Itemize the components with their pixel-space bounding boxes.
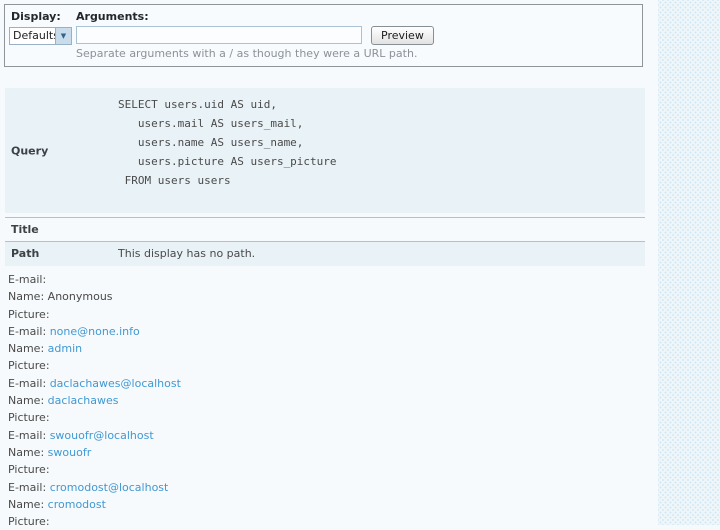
preview-field-row: Picture: [8,513,638,530]
preview-field-row: E-mail: cromodost@localhost [8,479,638,496]
preview-field-label: E-mail: [8,428,47,442]
display-select[interactable]: Defaults ▼ [9,27,72,45]
preview-field-row: E-mail: daclachawes@localhost [8,375,638,392]
query-row: Query SELECT users.uid AS uid, users.mai… [5,88,645,213]
preview-field-value[interactable]: daclachawes [48,394,119,407]
preview-form-box: Display: Defaults ▼ Arguments: Preview S… [4,4,643,67]
page-background-strip [658,0,720,525]
title-label: Title [11,223,39,236]
preview-field-label: Name: [8,445,45,459]
preview-field-row: Name: Anonymous [8,288,638,305]
preview-field-row: E-mail: [8,271,638,288]
preview-field-row: E-mail: none@none.info [8,323,638,340]
query-sql: SELECT users.uid AS uid, users.mail AS u… [118,98,337,187]
title-row: Title [5,217,645,241]
preview-field-label: Picture: [8,411,50,425]
preview-field-value[interactable]: cromodost [48,498,106,511]
arguments-label: Arguments: [76,10,149,23]
path-value: This display has no path. [118,247,256,260]
preview-field-label: E-mail: [8,480,47,494]
path-label: Path [11,247,40,260]
preview-results-list: E-mail: Name: Anonymous Picture: E-mail: … [8,271,638,530]
preview-field-label: E-mail: [8,324,47,338]
preview-field-label: Name: [8,394,45,408]
chevron-down-icon: ▼ [55,28,71,44]
preview-field-row: Picture: [8,409,638,426]
preview-field-row: Name: daclachawes [8,392,638,409]
preview-field-value[interactable]: daclachawes@localhost [50,377,181,390]
preview-field-row: Picture: [8,357,638,374]
preview-field-value[interactable]: swouofr@localhost [50,429,154,442]
preview-field-label: Name: [8,290,45,304]
preview-field-label: Picture: [8,307,50,321]
preview-field-row: Picture: [8,306,638,323]
preview-field-row: Name: admin [8,340,638,357]
preview-field-row: Name: swouofr [8,444,638,461]
preview-field-row: Picture: [8,461,638,478]
preview-field-label: Picture: [8,515,50,529]
preview-field-value[interactable]: none@none.info [50,325,140,338]
preview-button[interactable]: Preview [371,26,434,45]
path-row: Path This display has no path. [5,241,645,266]
preview-field-label: Picture: [8,463,50,477]
preview-field-label: Name: [8,497,45,511]
preview-field-value[interactable]: admin [48,342,82,355]
preview-field-value[interactable]: swouofr [48,446,92,459]
preview-field-label: E-mail: [8,376,47,390]
arguments-help-text: Separate arguments with a / as though th… [76,47,418,60]
display-label: Display: [11,10,61,23]
arguments-input[interactable] [76,26,362,44]
preview-field-label: Name: [8,342,45,356]
preview-field-label: Picture: [8,359,50,373]
query-label: Query [11,144,49,157]
preview-field-value: Anonymous [47,290,113,304]
preview-field-value[interactable]: cromodost@localhost [50,481,169,494]
display-select-value: Defaults [13,29,55,42]
preview-field-label: E-mail: [8,273,47,286]
preview-field-row: E-mail: swouofr@localhost [8,427,638,444]
preview-field-row: Name: cromodost [8,496,638,513]
